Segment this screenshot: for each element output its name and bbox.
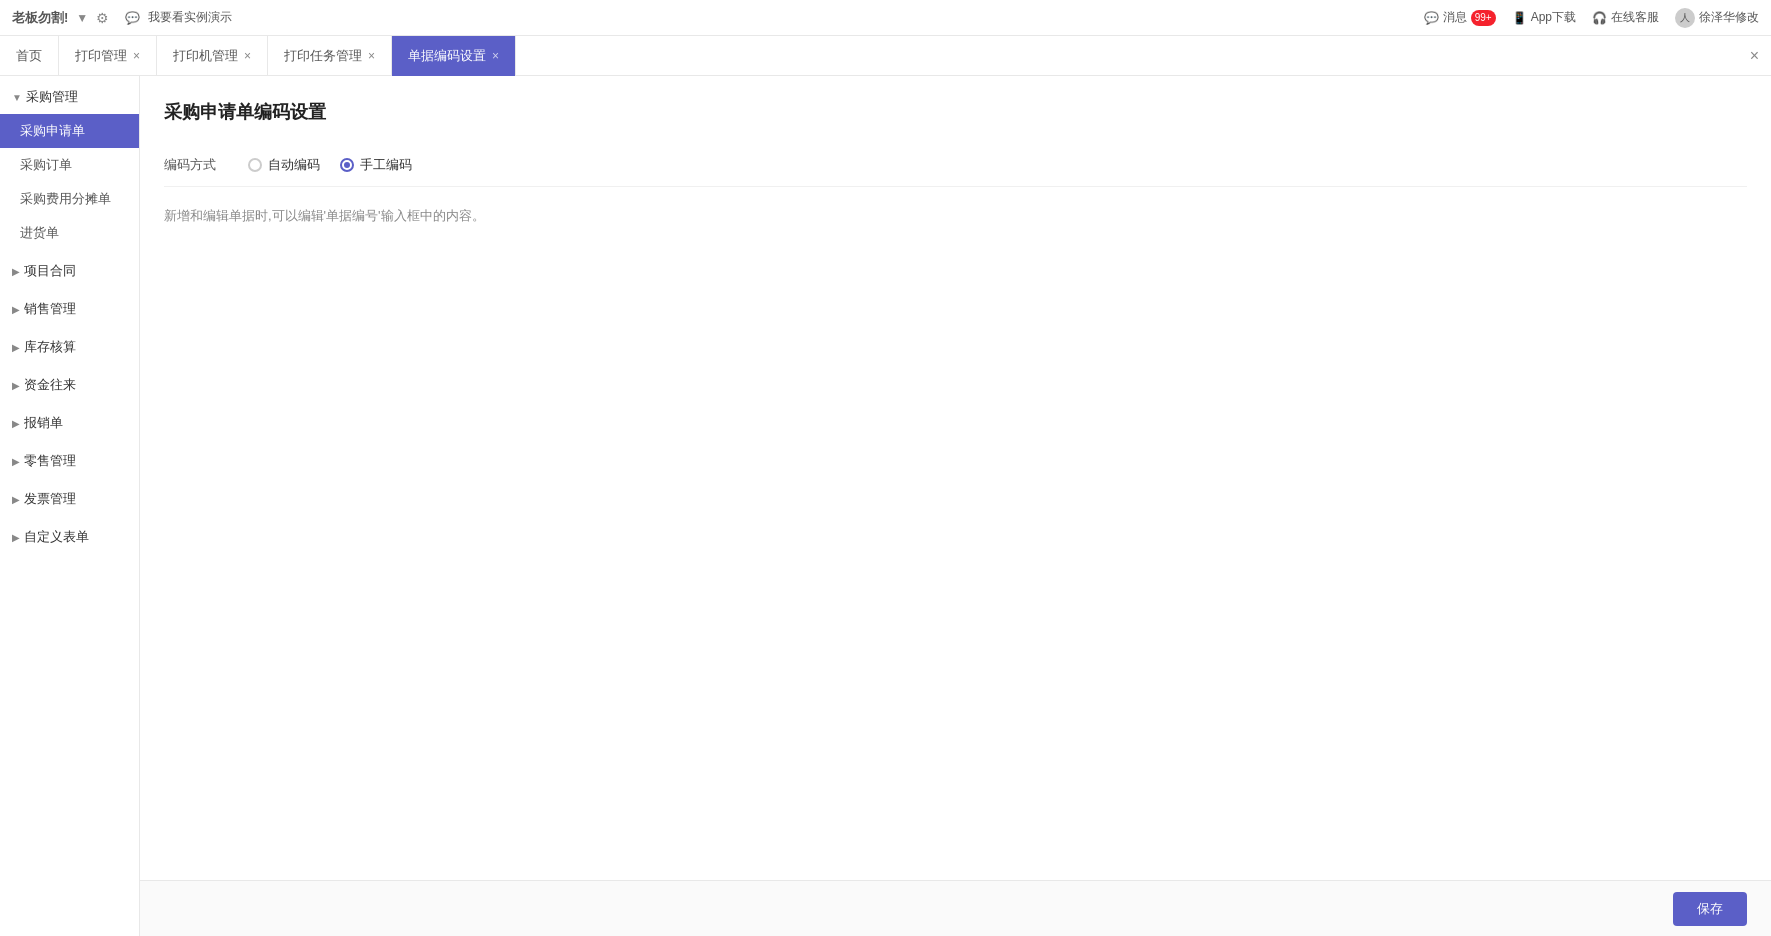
- message-item[interactable]: 💬 消息 99+: [1424, 9, 1496, 26]
- message-label: 消息: [1443, 9, 1467, 26]
- chevron-down-icon: ▼: [12, 92, 22, 103]
- gear-icon[interactable]: ⚙: [96, 10, 109, 26]
- radio-group: 自动编码 手工编码: [248, 156, 412, 174]
- sidebar-group-custom-forms: ▶ 自定义表单: [0, 520, 139, 554]
- sidebar-group-label-invoice-mgmt: 发票管理: [24, 490, 76, 508]
- sidebar-group-label-returns: 报销单: [24, 414, 63, 432]
- app-download-item[interactable]: 📱 App下载: [1512, 9, 1576, 26]
- encoding-section: 编码方式 自动编码 手工编码: [164, 144, 1747, 187]
- sidebar-group-header-inventory[interactable]: ▶ 库存核算: [0, 330, 139, 364]
- tab-print-mgmt-label: 打印管理: [75, 47, 127, 65]
- sidebar-group-label-purchase-mgmt: 采购管理: [26, 88, 78, 106]
- chevron-right-icon-custom: ▶: [12, 532, 20, 543]
- radio-auto-code[interactable]: 自动编码: [248, 156, 320, 174]
- top-bar-right: 💬 消息 99+ 📱 App下载 🎧 在线客服 人 徐泽华修改: [1424, 8, 1759, 28]
- sidebar-group-header-funds[interactable]: ▶ 资金往来: [0, 368, 139, 402]
- chevron-right-icon-sales: ▶: [12, 304, 20, 315]
- chevron-right-icon-returns: ▶: [12, 418, 20, 429]
- sidebar-group-funds: ▶ 资金往来: [0, 368, 139, 402]
- chevron-right-icon-funds: ▶: [12, 380, 20, 391]
- tab-print-task-mgmt-label: 打印任务管理: [284, 47, 362, 65]
- radio-manual-label: 手工编码: [360, 156, 412, 174]
- tab-print-task-mgmt[interactable]: 打印任务管理 ×: [268, 36, 392, 76]
- sidebar-group-header-invoice-mgmt[interactable]: ▶ 发票管理: [0, 482, 139, 516]
- sidebar-group-label-sales-mgmt: 销售管理: [24, 300, 76, 318]
- sidebar-item-label-purchase-expense: 采购费用分摊单: [20, 191, 111, 206]
- phone-icon: 📱: [1512, 11, 1527, 25]
- tab-home[interactable]: 首页: [0, 36, 59, 76]
- avatar-icon: 人: [1675, 8, 1695, 28]
- chevron-right-icon-inventory: ▶: [12, 342, 20, 353]
- message-badge: 99+: [1471, 10, 1496, 26]
- encoding-method-label: 编码方式: [164, 156, 224, 174]
- sidebar-item-purchase-order[interactable]: 采购订单: [0, 148, 139, 182]
- sidebar-group-sales-mgmt: ▶ 销售管理: [0, 292, 139, 326]
- sidebar-group-label-project-contract: 项目合同: [24, 262, 76, 280]
- sidebar-group-header-custom-forms[interactable]: ▶ 自定义表单: [0, 520, 139, 554]
- chevron-right-icon-invoice: ▶: [12, 494, 20, 505]
- sidebar-group-project-contract: ▶ 项目合同: [0, 254, 139, 288]
- sidebar-group-header-project-contract[interactable]: ▶ 项目合同: [0, 254, 139, 288]
- online-service-item[interactable]: 🎧 在线客服: [1592, 9, 1659, 26]
- content-body: 采购申请单编码设置 编码方式 自动编码 手工编码 新增和编辑单据时,可以编辑'单…: [140, 76, 1771, 880]
- sidebar-group-invoice-mgmt: ▶ 发票管理: [0, 482, 139, 516]
- sidebar-group-header-sales-mgmt[interactable]: ▶ 销售管理: [0, 292, 139, 326]
- message-icon: 💬: [1424, 11, 1439, 25]
- chevron-right-icon-retail: ▶: [12, 456, 20, 467]
- sidebar-item-purchase-expense[interactable]: 采购费用分摊单: [0, 182, 139, 216]
- sidebar-item-purchase-request[interactable]: 采购申请单: [0, 114, 139, 148]
- tab-printer-mgmt-label: 打印机管理: [173, 47, 238, 65]
- tab-single-code-setting[interactable]: 单据编码设置 ×: [392, 36, 516, 76]
- page-title: 采购申请单编码设置: [164, 100, 1747, 124]
- content-area: 采购申请单编码设置 编码方式 自动编码 手工编码 新增和编辑单据时,可以编辑'单…: [140, 76, 1771, 936]
- tab-print-task-mgmt-close[interactable]: ×: [368, 49, 375, 63]
- sidebar-group-label-custom-forms: 自定义表单: [24, 528, 89, 546]
- content-footer: 保存: [140, 880, 1771, 936]
- tab-bar-close-all[interactable]: ×: [1738, 47, 1771, 65]
- tab-print-mgmt-close[interactable]: ×: [133, 49, 140, 63]
- sidebar-group-retail-mgmt: ▶ 零售管理: [0, 444, 139, 478]
- user-avatar-item[interactable]: 人 徐泽华修改: [1675, 8, 1759, 28]
- dropdown-icon[interactable]: ▼: [76, 11, 88, 25]
- sidebar-group-returns: ▶ 报销单: [0, 406, 139, 440]
- hint-text: 新增和编辑单据时,可以编辑'单据编号'输入框中的内容。: [164, 207, 1747, 225]
- main-layout: ▼ 采购管理 采购申请单 采购订单 采购费用分摊单 进货单 ▶ 项目合同: [0, 76, 1771, 936]
- save-button[interactable]: 保存: [1673, 892, 1747, 926]
- app-download-label: App下载: [1531, 9, 1576, 26]
- headset-icon: 🎧: [1592, 11, 1607, 25]
- tab-printer-mgmt-close[interactable]: ×: [244, 49, 251, 63]
- tab-single-code-setting-label: 单据编码设置: [408, 47, 486, 65]
- sidebar-item-stock-in[interactable]: 进货单: [0, 216, 139, 250]
- tab-home-label: 首页: [16, 47, 42, 65]
- sidebar-group-header-retail-mgmt[interactable]: ▶ 零售管理: [0, 444, 139, 478]
- online-service-label: 在线客服: [1611, 9, 1659, 26]
- sidebar-group-header-purchase-mgmt[interactable]: ▼ 采购管理: [0, 80, 139, 114]
- sidebar-group-label-retail-mgmt: 零售管理: [24, 452, 76, 470]
- radio-manual-code[interactable]: 手工编码: [340, 156, 412, 174]
- chevron-right-icon-project: ▶: [12, 266, 20, 277]
- sidebar: ▼ 采购管理 采购申请单 采购订单 采购费用分摊单 进货单 ▶ 项目合同: [0, 76, 140, 936]
- sidebar-group-inventory: ▶ 库存核算: [0, 330, 139, 364]
- sidebar-group-label-inventory: 库存核算: [24, 338, 76, 356]
- radio-auto-circle: [248, 158, 262, 172]
- tab-bar: 首页 打印管理 × 打印机管理 × 打印任务管理 × 单据编码设置 × ×: [0, 36, 1771, 76]
- logo-text: 老板勿割!: [12, 9, 68, 27]
- sidebar-group-purchase-mgmt: ▼ 采购管理 采购申请单 采购订单 采购费用分摊单 进货单: [0, 80, 139, 250]
- radio-manual-circle: [340, 158, 354, 172]
- sidebar-group-label-funds: 资金往来: [24, 376, 76, 394]
- tab-printer-mgmt[interactable]: 打印机管理 ×: [157, 36, 268, 76]
- demo-text[interactable]: 我要看实例演示: [148, 9, 232, 26]
- tab-print-mgmt[interactable]: 打印管理 ×: [59, 36, 157, 76]
- sidebar-item-label-stock-in: 进货单: [20, 225, 59, 240]
- tab-single-code-setting-close[interactable]: ×: [492, 49, 499, 63]
- user-name: 徐泽华修改: [1699, 9, 1759, 26]
- sidebar-group-header-returns[interactable]: ▶ 报销单: [0, 406, 139, 440]
- top-bar: 老板勿割! ▼ ⚙ 💬 我要看实例演示 💬 消息 99+ 📱 App下载 🎧 在…: [0, 0, 1771, 36]
- radio-auto-label: 自动编码: [268, 156, 320, 174]
- demo-icon: 💬: [125, 11, 140, 25]
- sidebar-item-label-purchase-request: 采购申请单: [20, 123, 85, 138]
- sidebar-item-label-purchase-order: 采购订单: [20, 157, 72, 172]
- top-bar-left: 老板勿割! ▼ ⚙ 💬 我要看实例演示: [12, 9, 232, 27]
